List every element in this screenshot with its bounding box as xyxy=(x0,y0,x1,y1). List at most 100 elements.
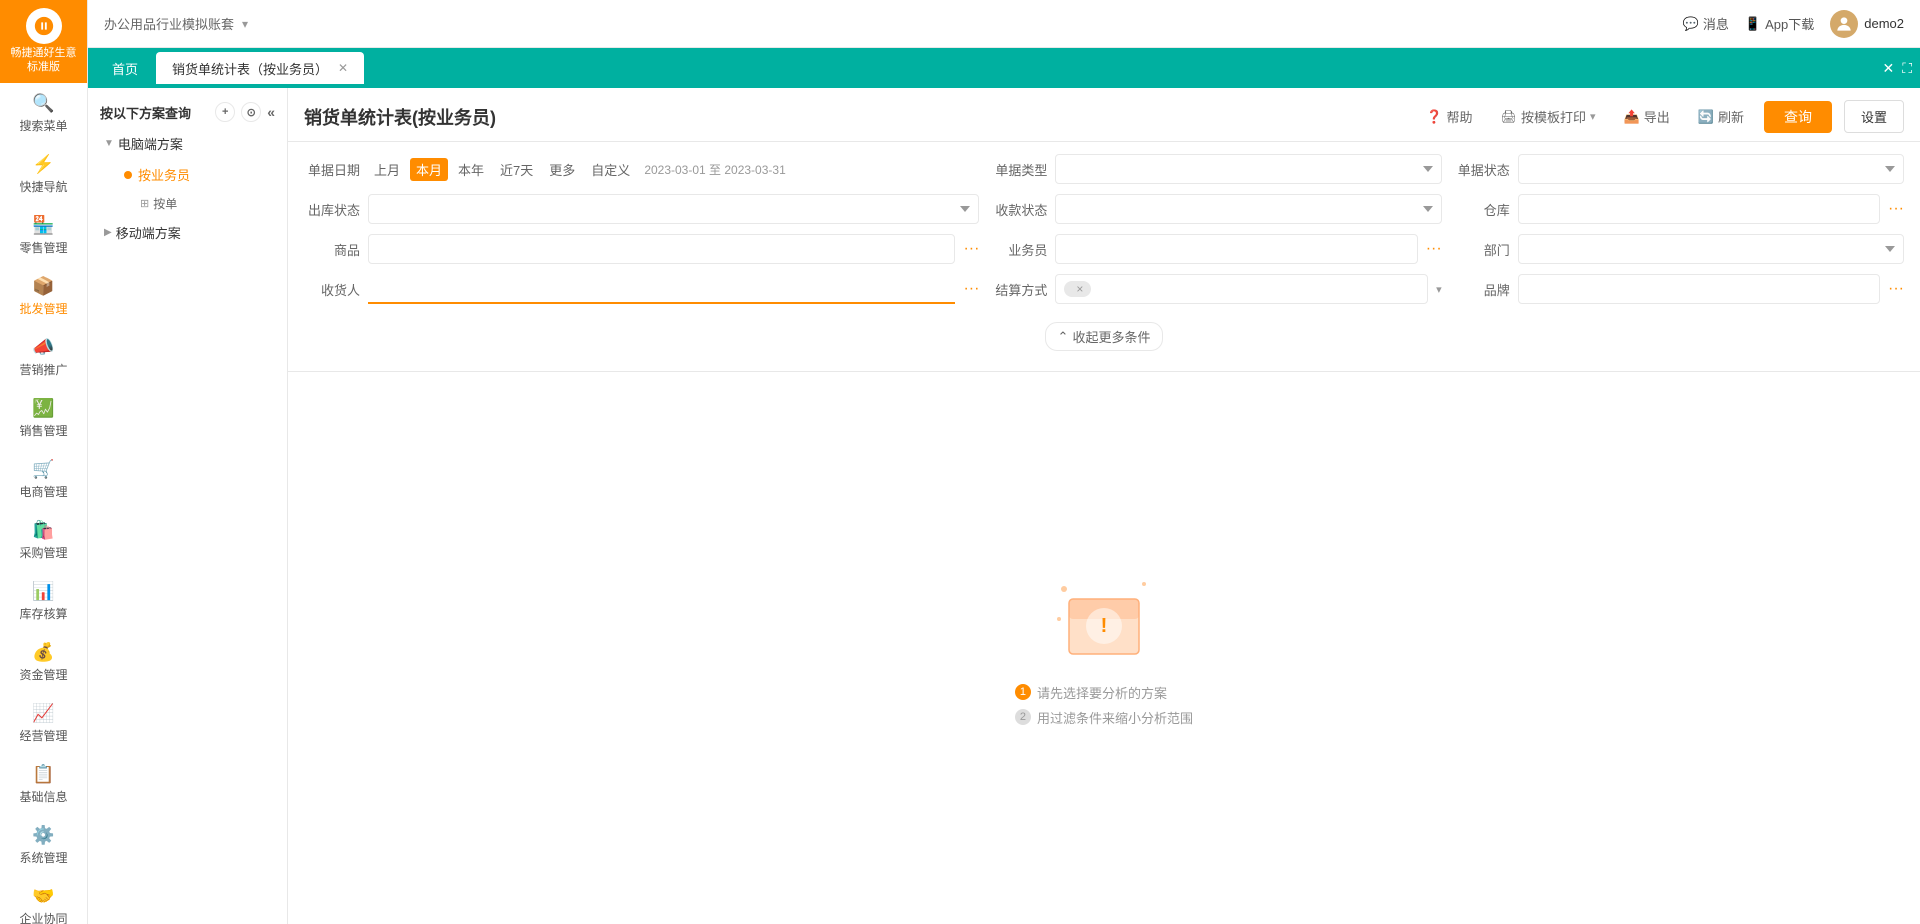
step-2-num: 2 xyxy=(1015,709,1031,725)
scheme-group-desktop-header[interactable]: ▼ 电脑端方案 xyxy=(96,128,287,159)
date-label: 单据日期 xyxy=(304,160,360,179)
warehouse-input[interactable] xyxy=(1518,194,1880,224)
out-status-label: 出库状态 xyxy=(304,200,360,219)
date-tab-this-month[interactable]: 本月 xyxy=(410,158,448,181)
filter-row-2: 出库状态 收款状态 仓库 ··· xyxy=(304,194,1904,224)
brand-input[interactable] xyxy=(1518,274,1880,304)
sidebar-item-operations[interactable]: 📈 经营管理 xyxy=(0,693,87,754)
sidebar-item-search-menu[interactable]: 🔍 搜索菜单 xyxy=(0,83,87,144)
sidebar-item-sys[interactable]: ⚙️ 系统管理 xyxy=(0,815,87,876)
sidebar-label-operations: 经营管理 xyxy=(19,727,67,744)
sidebar-item-basic-info[interactable]: 📋 基础信息 xyxy=(0,754,87,815)
wholesale-icon: 📦 xyxy=(32,276,54,297)
settlement-badge-close[interactable]: × xyxy=(1076,282,1083,296)
main-wrapper: 办公用品行业模拟账套 ▾ 💬 消息 📱 App下载 demo2 首页 xyxy=(88,0,1920,924)
active-dot-icon xyxy=(124,171,132,179)
date-tab-group: 上月 本月 本年 近7天 更多 自定义 xyxy=(368,158,636,181)
tab-bar: 首页 销货单统计表（按业务员） ✕ ✕ ⛶ xyxy=(88,48,1920,88)
dept-select[interactable] xyxy=(1518,234,1904,264)
collapse-more-label: 收起更多条件 xyxy=(1072,327,1150,346)
filter-col-goods: 商品 ··· xyxy=(304,234,979,264)
step-2-text: 用过滤条件来缩小分析范围 xyxy=(1037,708,1193,727)
tab-close-icon[interactable]: ✕ xyxy=(338,61,348,75)
empty-steps: 1 请先选择要分析的方案 2 用过滤条件来缩小分析范围 xyxy=(1015,683,1193,733)
filter-col-salesman: 业务员 ··· xyxy=(991,234,1441,264)
add-scheme-btn[interactable]: + xyxy=(215,102,235,122)
logo-area: 畅捷通好生意 标准版 xyxy=(0,0,87,83)
left-panel-header: 按以下方案查询 + ⊙ « xyxy=(88,96,287,128)
tab-home-label: 首页 xyxy=(112,59,138,78)
page-body: 按以下方案查询 + ⊙ « ▼ 电脑端方案 xyxy=(88,88,1920,924)
sidebar-item-marketing[interactable]: 📣 营销推广 xyxy=(0,327,87,388)
print-icon: 🖨 xyxy=(1501,109,1518,125)
scheme-group-desktop: ▼ 电脑端方案 按业务员 ⊞ 按单 xyxy=(88,128,287,217)
filter-col-date: 单据日期 上月 本月 本年 近7天 更多 自定义 2023-03-01 至 20… xyxy=(304,158,979,181)
settings-button[interactable]: 设置 xyxy=(1844,100,1904,133)
query-button[interactable]: 查询 xyxy=(1764,101,1832,133)
sidebar-label-ecommerce: 电商管理 xyxy=(19,483,67,500)
export-btn[interactable]: 📤 导出 xyxy=(1616,103,1678,130)
scheme-settings-btn[interactable]: ⊙ xyxy=(241,102,261,122)
tab-maximize-icon[interactable]: ✕ ⛶ xyxy=(1882,60,1912,77)
quick-nav-icon: ⚡ xyxy=(32,154,54,175)
template-print-btn[interactable]: 🖨 按模板打印 ▾ xyxy=(1493,103,1604,130)
scheme-item-by-salesman[interactable]: 按业务员 xyxy=(96,159,287,190)
sidebar-item-inventory[interactable]: 📊 库存核算 xyxy=(0,571,87,632)
sidebar-label-inventory: 库存核算 xyxy=(19,605,67,622)
goods-input[interactable] xyxy=(368,234,955,264)
receipt-status-select[interactable] xyxy=(1055,194,1441,224)
help-btn[interactable]: ❓ 帮助 xyxy=(1418,103,1480,130)
settlement-badge: × xyxy=(1064,281,1091,297)
panel-collapse-btn[interactable]: « xyxy=(267,104,275,120)
sidebar-item-purchase[interactable]: 🛍️ 采购管理 xyxy=(0,510,87,571)
scheme-salesman-label: 按业务员 xyxy=(138,165,190,184)
settlement-dropdown-icon[interactable]: ▾ xyxy=(1436,283,1442,296)
date-tab-last-month[interactable]: 上月 xyxy=(368,158,406,181)
scheme-item-by-order[interactable]: ⊞ 按单 xyxy=(96,190,287,217)
sidebar-item-ecommerce[interactable]: 🛒 电商管理 xyxy=(0,449,87,510)
brand-dots-icon[interactable]: ··· xyxy=(1888,280,1904,298)
salesman-input[interactable] xyxy=(1055,234,1417,264)
doc-type-label: 单据类型 xyxy=(991,160,1047,179)
warehouse-dots-icon[interactable]: ··· xyxy=(1888,200,1904,218)
doc-status-select[interactable] xyxy=(1518,154,1904,184)
plus-icon: + xyxy=(222,106,228,118)
filter-col-doc-type: 单据类型 xyxy=(991,154,1441,184)
app-download-btn[interactable]: 📱 App下载 xyxy=(1745,14,1814,33)
scheme-group-mobile-header[interactable]: ▶ 移动端方案 xyxy=(96,217,287,248)
sidebar-item-retail[interactable]: 🏪 零售管理 xyxy=(0,205,87,266)
tab-expand-icon[interactable]: ⛶ xyxy=(1902,60,1912,77)
date-tab-7days[interactable]: 近7天 xyxy=(494,158,539,181)
collapse-more-btn[interactable]: ⌃ 收起更多条件 xyxy=(1045,322,1164,351)
breadcrumb-dropdown-icon[interactable]: ▾ xyxy=(242,17,248,31)
sidebar-item-quick-nav[interactable]: ⚡ 快捷导航 xyxy=(0,144,87,205)
out-status-select[interactable] xyxy=(368,194,979,224)
left-panel-icons: + ⊙ « xyxy=(215,102,275,122)
left-panel: 按以下方案查询 + ⊙ « ▼ 电脑端方案 xyxy=(88,88,288,924)
sidebar-item-sales[interactable]: 💹 销售管理 xyxy=(0,388,87,449)
message-icon: 💬 xyxy=(1683,16,1699,32)
consignee-dots-icon[interactable]: ··· xyxy=(963,280,979,298)
doc-type-select[interactable] xyxy=(1055,154,1441,184)
tab-home[interactable]: 首页 xyxy=(96,52,154,84)
retail-icon: 🏪 xyxy=(32,215,54,236)
step-1-num: 1 xyxy=(1015,684,1031,700)
operations-icon: 📈 xyxy=(32,703,54,724)
sidebar-item-finance[interactable]: 💰 资金管理 xyxy=(0,632,87,693)
user-area[interactable]: demo2 xyxy=(1830,10,1904,38)
refresh-btn[interactable]: 🔄 刷新 xyxy=(1690,103,1752,130)
goods-dots-icon[interactable]: ··· xyxy=(963,240,979,258)
date-tab-custom[interactable]: 自定义 xyxy=(585,158,636,181)
consignee-input[interactable] xyxy=(368,274,955,304)
tab-sales-stat[interactable]: 销货单统计表（按业务员） ✕ xyxy=(156,52,364,84)
date-tab-more[interactable]: 更多 xyxy=(543,158,581,181)
message-btn[interactable]: 💬 消息 xyxy=(1683,14,1729,33)
triangle-down-icon: ▼ xyxy=(104,138,114,149)
tab-close-all-icon[interactable]: ✕ xyxy=(1882,60,1894,77)
sidebar-label-sales: 销售管理 xyxy=(19,422,67,439)
sidebar-item-enterprise[interactable]: 🤝 企业协同 xyxy=(0,876,87,924)
sidebar-item-wholesale[interactable]: 📦 批发管理 xyxy=(0,266,87,327)
top-header: 办公用品行业模拟账套 ▾ 💬 消息 📱 App下载 demo2 xyxy=(88,0,1920,48)
date-tab-this-year[interactable]: 本年 xyxy=(452,158,490,181)
salesman-dots-icon[interactable]: ··· xyxy=(1426,240,1442,258)
